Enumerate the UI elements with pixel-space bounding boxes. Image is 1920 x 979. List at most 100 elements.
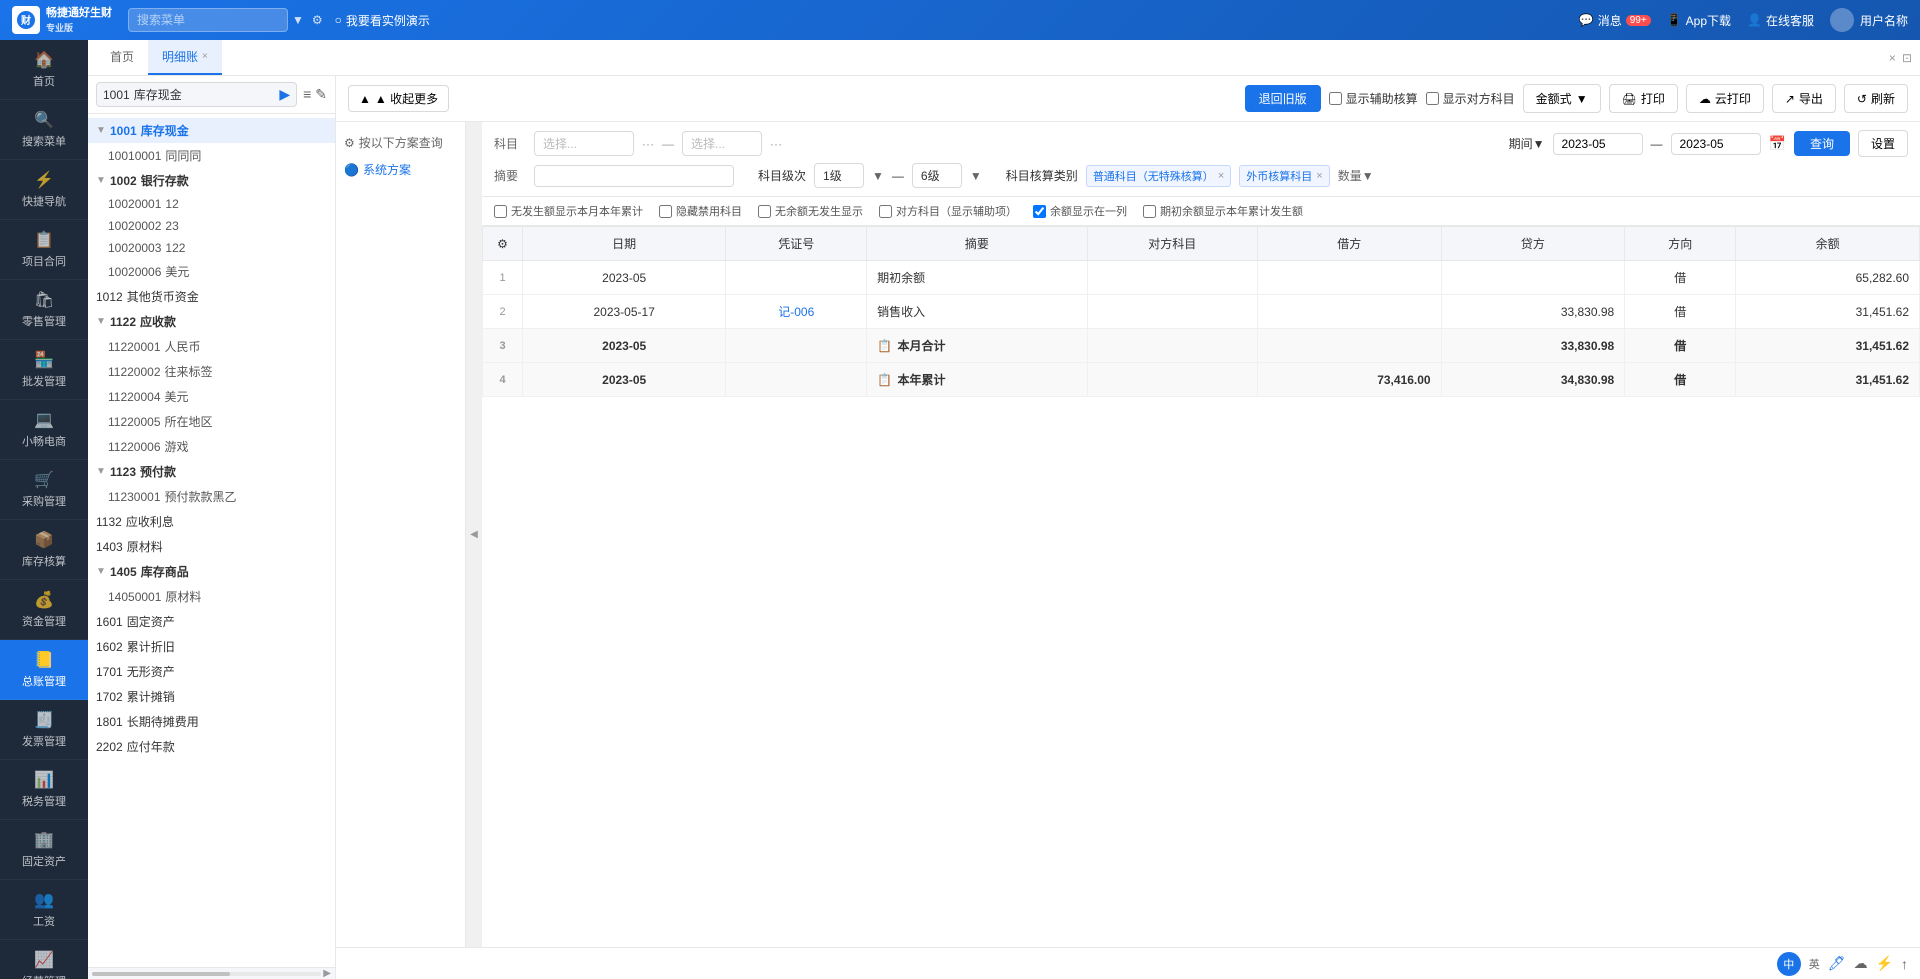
- sidebar-item-wholesale[interactable]: 🏪 批发管理: [0, 340, 88, 400]
- tree-node-1602[interactable]: 1602 累计折旧: [88, 634, 335, 659]
- tree-node-2202[interactable]: 2202 应付年款: [88, 734, 335, 759]
- sidebar-item-operations[interactable]: 📈 经营管理: [0, 940, 88, 979]
- settings-btn[interactable]: 设置: [1858, 130, 1908, 157]
- app-download-action[interactable]: 📱 App下载: [1667, 12, 1731, 29]
- tree-node-1405[interactable]: ▼ 1405 库存商品: [88, 559, 335, 584]
- chk-show-opposite-input[interactable]: [879, 205, 892, 218]
- chk-hide-disabled-input[interactable]: [659, 205, 672, 218]
- checkbox-aux-calc-input[interactable]: [1329, 92, 1342, 105]
- tree-node-10020003[interactable]: 10020003 122: [88, 237, 335, 259]
- period-calendar-icon[interactable]: 📅: [1769, 135, 1786, 152]
- query-btn[interactable]: 查询: [1794, 131, 1850, 156]
- chk-show-begin-input[interactable]: [1143, 205, 1156, 218]
- settings-icon[interactable]: ⚙: [312, 13, 323, 27]
- lang-en-btn[interactable]: 英: [1809, 956, 1820, 972]
- tree-node-10020002[interactable]: 10020002 23: [88, 215, 335, 237]
- tree-node-11220005[interactable]: 11220005 所在地区: [88, 409, 335, 434]
- sidebar-item-fixed-assets[interactable]: 🏢 固定资产: [0, 820, 88, 880]
- tree-node-1403[interactable]: 1403 原材料: [88, 534, 335, 559]
- edit-icon[interactable]: 🖊: [1828, 955, 1846, 972]
- period-from-input[interactable]: [1553, 133, 1643, 155]
- tree-node-1001[interactable]: ▼ 1001 库存现金: [88, 118, 335, 143]
- tree-node-1122[interactable]: ▼ 1122 应收款: [88, 309, 335, 334]
- user-profile[interactable]: 用户名称: [1830, 8, 1908, 32]
- tree-node-10020001[interactable]: 10020001 12: [88, 193, 335, 215]
- sidebar-item-purchase[interactable]: 🛒 采购管理: [0, 460, 88, 520]
- system-plan-item[interactable]: 🔵 系统方案: [336, 155, 465, 184]
- period-to-input[interactable]: [1671, 133, 1761, 155]
- col-settings[interactable]: ⚙: [483, 227, 523, 261]
- print-btn[interactable]: 🖨 打印: [1609, 84, 1678, 113]
- tree-node-10020006[interactable]: 10020006 美元: [88, 259, 335, 284]
- tree-node-10020003-name: 122: [165, 241, 185, 255]
- tree-node-1701[interactable]: 1701 无形资产: [88, 659, 335, 684]
- level-from-select[interactable]: 1级: [814, 163, 864, 188]
- query-panel-collapse[interactable]: ◀: [466, 122, 482, 947]
- tree-node-1601[interactable]: 1601 固定资产: [88, 609, 335, 634]
- tree-node-1801[interactable]: 1801 长期待摊费用: [88, 709, 335, 734]
- tree-node-1132[interactable]: 1132 应收利息: [88, 509, 335, 534]
- checkbox-opposite-input[interactable]: [1426, 92, 1439, 105]
- subject-input[interactable]: 选择...: [534, 131, 634, 156]
- tree-node-11220006[interactable]: 11220006 游戏: [88, 434, 335, 459]
- expand-more-btn[interactable]: ▲ ▲ 收起更多: [348, 85, 449, 112]
- tab-expand-icon[interactable]: ⊡: [1902, 51, 1912, 65]
- refresh-btn[interactable]: ↺ 刷新: [1844, 84, 1908, 113]
- filter-tag-foreign-close[interactable]: ×: [1316, 170, 1322, 182]
- scrollbar-track[interactable]: [92, 972, 321, 976]
- demo-link[interactable]: ○ 我要看实例演示: [335, 12, 430, 29]
- tree-node-11220004[interactable]: 11220004 美元: [88, 384, 335, 409]
- sidebar-item-fund[interactable]: 💰 资金管理: [0, 580, 88, 640]
- upload-icon[interactable]: ↑: [1901, 956, 1908, 972]
- sidebar-item-retail[interactable]: 🛍 零售管理: [0, 280, 88, 340]
- chk-balance-in-col-input[interactable]: [1033, 205, 1046, 218]
- return-old-btn[interactable]: 退回旧版: [1245, 85, 1321, 112]
- amount-format-btn[interactable]: 金额式 ▼: [1523, 84, 1601, 113]
- sidebar-item-ledger[interactable]: 📒 总账管理: [0, 640, 88, 700]
- sidebar-item-tax[interactable]: 📊 税务管理: [0, 760, 88, 820]
- tree-tool-list-icon[interactable]: ≡: [303, 86, 311, 103]
- sidebar-item-payroll[interactable]: 👥 工资: [0, 880, 88, 940]
- search-dropdown-icon[interactable]: ▼: [292, 13, 304, 27]
- quantity-dropdown[interactable]: 数量▼: [1338, 167, 1374, 184]
- lang-cn-btn[interactable]: 中: [1777, 952, 1801, 976]
- tree-node-1002[interactable]: ▼ 1002 银行存款: [88, 168, 335, 193]
- summary-input[interactable]: [534, 165, 734, 187]
- sidebar-item-invoice[interactable]: 🧾 发票管理: [0, 700, 88, 760]
- chk-no-balance-input[interactable]: [758, 205, 771, 218]
- message-action[interactable]: 💬 消息 99+: [1579, 12, 1651, 29]
- sidebar-item-inventory[interactable]: 📦 库存核算: [0, 520, 88, 580]
- chk-no-occur-input[interactable]: [494, 205, 507, 218]
- lightning-icon[interactable]: ⚡: [1876, 955, 1893, 972]
- tab-detail-close[interactable]: ×: [202, 51, 208, 62]
- tree-node-1702[interactable]: 1702 累计摊销: [88, 684, 335, 709]
- scroll-arrow-right[interactable]: ▶: [323, 968, 331, 979]
- tree-node-1012[interactable]: 1012 其他货币资金: [88, 284, 335, 309]
- tree-node-11220001[interactable]: 11220001 人民币: [88, 334, 335, 359]
- tree-node-10010001[interactable]: 10010001 同同同: [88, 143, 335, 168]
- tab-detail[interactable]: 明细账 ×: [148, 40, 222, 75]
- sidebar-item-project[interactable]: 📋 项目合同: [0, 220, 88, 280]
- tab-close-all-icon[interactable]: ×: [1889, 51, 1896, 65]
- voucher-link-2[interactable]: 记-006: [778, 305, 814, 319]
- sidebar-item-search-menu[interactable]: 🔍 搜索菜单: [0, 100, 88, 160]
- tree-tool-edit-icon[interactable]: ✎: [315, 86, 327, 103]
- sidebar-item-home[interactable]: 🏠 首页: [0, 40, 88, 100]
- subject-to-input[interactable]: 选择...: [682, 131, 762, 156]
- sidebar-item-ecommerce[interactable]: 💻 小畅电商: [0, 400, 88, 460]
- account-selector[interactable]: 1001 库存现金 ▶: [96, 82, 297, 107]
- tree-node-14050001[interactable]: 14050001 原材料: [88, 584, 335, 609]
- cloud-print-btn[interactable]: ☁ 云打印: [1686, 84, 1764, 113]
- tree-node-1123[interactable]: ▼ 1123 预付款: [88, 459, 335, 484]
- scrollbar-thumb[interactable]: [92, 972, 230, 976]
- sidebar-item-quick-nav[interactable]: ⚡ 快捷导航: [0, 160, 88, 220]
- tree-node-11230001[interactable]: 11230001 预付款款黑乙: [88, 484, 335, 509]
- tree-node-11220002[interactable]: 11220002 往来标签: [88, 359, 335, 384]
- filter-tag-normal-close[interactable]: ×: [1218, 170, 1224, 182]
- online-service-action[interactable]: 👤 在线客服: [1747, 12, 1814, 29]
- level-to-select[interactable]: 6级: [912, 163, 962, 188]
- cloud-sync-icon[interactable]: ☁: [1854, 955, 1868, 972]
- tab-home[interactable]: 首页: [96, 40, 148, 75]
- top-search-input[interactable]: [128, 8, 288, 32]
- export-btn[interactable]: ↗ 导出: [1772, 84, 1836, 113]
